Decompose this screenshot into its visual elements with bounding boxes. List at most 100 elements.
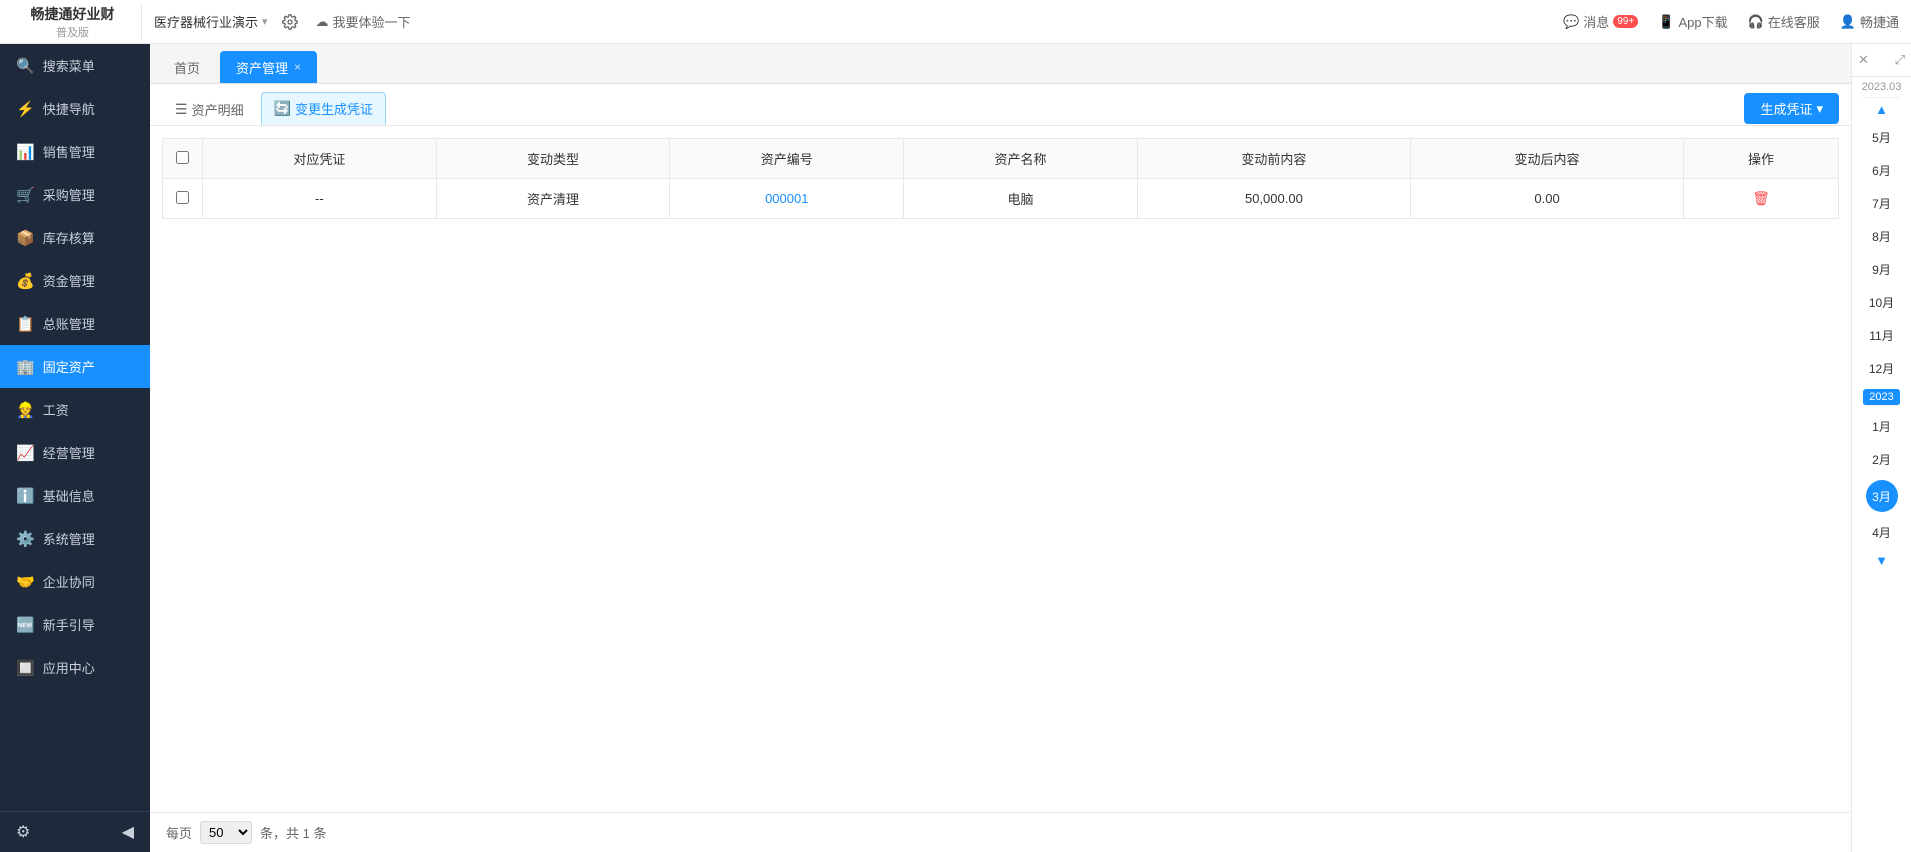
month-2023-4[interactable]: 4月: [1868, 518, 1895, 547]
company-name: 医疗器械行业演示: [154, 12, 258, 31]
th-asset-no: 资产编号: [670, 139, 904, 179]
month-2023-2[interactable]: 2月: [1868, 445, 1895, 474]
app-label: App下载: [1678, 12, 1727, 31]
sidebar-item-apps[interactable]: 🔲 应用中心: [0, 646, 150, 689]
purchase-icon: 🛒: [16, 186, 35, 204]
sidebar-item-nav[interactable]: ⚡ 快捷导航: [0, 87, 150, 130]
settings-icon-btn[interactable]: [276, 8, 304, 36]
generate-voucher-button[interactable]: 生成凭证 ▾: [1744, 93, 1839, 124]
salary-icon: 👷: [16, 401, 35, 419]
expand-panel-icon[interactable]: ⤢: [1895, 52, 1905, 68]
total-label: 条，共 1 条: [260, 823, 326, 842]
company-selector[interactable]: 医疗器械行业演示 ▾: [154, 12, 268, 31]
select-all-checkbox[interactable]: [176, 151, 189, 164]
th-voucher: 对应凭证: [203, 139, 437, 179]
inner-tab-label-change: 变更生成凭证: [295, 99, 373, 118]
sidebar-label-ledger: 总账管理: [43, 314, 95, 333]
close-panel-icon[interactable]: ✕: [1858, 52, 1869, 68]
service-button[interactable]: 🎧 在线客服: [1748, 12, 1820, 31]
list-icon: ☰: [175, 101, 188, 118]
experience-label: 我要体验一下: [333, 12, 411, 31]
experience-button[interactable]: ☁ 我要体验一下: [316, 12, 411, 31]
tab-home[interactable]: 首页: [158, 51, 216, 83]
sidebar-label-enterprise: 企业协同: [43, 572, 95, 591]
sidebar-item-system[interactable]: ⚙️ 系统管理: [0, 517, 150, 560]
sidebar-label-operations: 经营管理: [43, 443, 95, 462]
logo-title: 畅捷通好业财: [31, 4, 115, 24]
funds-icon: 💰: [16, 272, 35, 290]
fixed-icon: 🏢: [16, 358, 35, 376]
sidebar-item-purchase[interactable]: 🛒 采购管理: [0, 173, 150, 216]
sidebar-item-inventory[interactable]: 📦 库存核算: [0, 216, 150, 259]
guide-icon: 🆕: [16, 616, 35, 634]
month-2023-1[interactable]: 1月: [1868, 412, 1895, 441]
month-6[interactable]: 6月: [1868, 156, 1895, 185]
generate-label: 生成凭证: [1760, 99, 1812, 118]
app-download-button[interactable]: 📱 App下载: [1658, 12, 1727, 31]
sidebar-label-system: 系统管理: [43, 529, 95, 548]
scroll-up-icon[interactable]: ▲: [1871, 98, 1892, 121]
sidebar-label-nav: 快捷导航: [43, 99, 95, 118]
search-icon: 🔍: [16, 57, 35, 75]
month-11[interactable]: 11月: [1865, 321, 1897, 350]
sidebar-item-operations[interactable]: 📈 经营管理: [0, 431, 150, 474]
row-change-type: 资产清理: [436, 179, 670, 219]
sidebar-label-inventory: 库存核算: [43, 228, 95, 247]
chevron-down-icon: ▾: [262, 15, 268, 28]
message-button[interactable]: 💬 消息 99+: [1563, 12, 1638, 31]
sidebar-item-funds[interactable]: 💰 资金管理: [0, 259, 150, 302]
user-label: 畅捷通: [1860, 12, 1899, 31]
sidebar-label-guide: 新手引导: [43, 615, 95, 634]
sidebar-label-purchase: 采购管理: [43, 185, 95, 204]
month-12[interactable]: 12月: [1865, 354, 1898, 383]
scroll-down-icon[interactable]: ▼: [1871, 549, 1892, 572]
sidebar-item-sales[interactable]: 📊 销售管理: [0, 130, 150, 173]
table-row: -- 资产清理 000001 电脑 50,000.00 0.00 🗑: [163, 179, 1839, 219]
month-8[interactable]: 8月: [1868, 222, 1895, 251]
logo-sub: 普及版: [56, 24, 89, 40]
inner-tab-asset-detail[interactable]: ☰ 资产明细: [162, 93, 257, 125]
row-before-value: 50,000.00: [1137, 179, 1410, 219]
tab-close-icon[interactable]: ×: [294, 60, 301, 74]
th-asset-name: 资产名称: [904, 139, 1138, 179]
nav-icon: ⚡: [16, 100, 35, 118]
month-5[interactable]: 5月: [1868, 123, 1895, 152]
month-10[interactable]: 10月: [1865, 288, 1898, 317]
sidebar-item-salary[interactable]: 👷 工资: [0, 388, 150, 431]
row-checkbox-cell: [163, 179, 203, 219]
row-action: 🗑: [1684, 179, 1839, 219]
sales-icon: 📊: [16, 143, 35, 161]
year-before-label: 2023.03: [1862, 77, 1902, 98]
cloud-icon: ☁: [316, 14, 329, 30]
operations-icon: 📈: [16, 444, 35, 462]
sidebar-item-guide[interactable]: 🆕 新手引导: [0, 603, 150, 646]
th-change-type: 变动类型: [436, 139, 670, 179]
table-container: 对应凭证 变动类型 资产编号 资产名称: [150, 126, 1851, 231]
inner-tabs: ☰ 资产明细 🔄 变更生成凭证 生成凭证 ▾: [150, 84, 1851, 126]
tab-asset-management[interactable]: 资产管理 ×: [220, 51, 317, 83]
delete-icon[interactable]: 🗑: [1752, 190, 1770, 206]
row-checkbox[interactable]: [176, 191, 189, 204]
sidebar-item-search[interactable]: 🔍 搜索菜单: [0, 44, 150, 87]
collapse-icon[interactable]: ◀: [122, 822, 134, 842]
main-layout: 🔍 搜索菜单 ⚡ 快捷导航 📊 销售管理 🛒 采购管理 📦 库存核算 💰: [0, 44, 1911, 852]
apps-icon: 🔲: [16, 659, 35, 677]
phone-icon: 📱: [1658, 14, 1674, 30]
row-asset-name: 电脑: [904, 179, 1138, 219]
month-2023-3[interactable]: 3月: [1866, 480, 1898, 512]
bottom-settings-icon[interactable]: ⚙: [16, 822, 30, 842]
month-7[interactable]: 7月: [1868, 189, 1895, 218]
sidebar-item-basic[interactable]: ℹ️ 基础信息: [0, 474, 150, 517]
sidebar-item-fixed[interactable]: 🏢 固定资产: [0, 345, 150, 388]
row-asset-no[interactable]: 000001: [670, 179, 904, 219]
sidebar-item-ledger[interactable]: 📋 总账管理: [0, 302, 150, 345]
sidebar-label-salary: 工资: [43, 400, 69, 419]
month-9[interactable]: 9月: [1868, 255, 1895, 284]
user-button[interactable]: 👤 畅捷通: [1840, 12, 1899, 31]
sidebar-scroll: 🔍 搜索菜单 ⚡ 快捷导航 📊 销售管理 🛒 采购管理 📦 库存核算 💰: [0, 44, 150, 811]
sidebar-item-enterprise[interactable]: 🤝 企业协同: [0, 560, 150, 603]
inner-tab-change-voucher[interactable]: 🔄 变更生成凭证: [261, 92, 386, 125]
per-page-select[interactable]: 50 10 20 100: [200, 821, 252, 844]
year-2023-label: 2023: [1863, 389, 1899, 406]
sidebar-label-fixed: 固定资产: [43, 357, 95, 376]
